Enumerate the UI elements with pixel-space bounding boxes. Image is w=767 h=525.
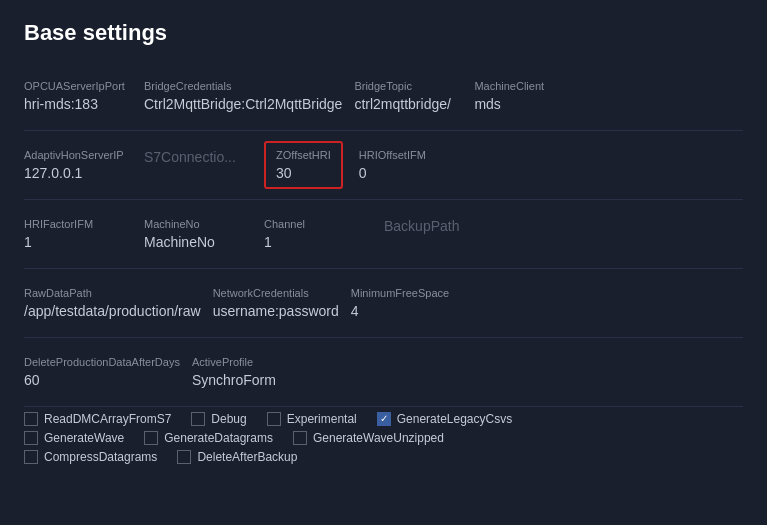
divider-1 <box>24 199 743 200</box>
checkbox-delete-after-backup[interactable] <box>177 450 191 464</box>
field-bridge-credentials: BridgeCredentials Ctrl2MqttBridge:Ctrl2Mq… <box>144 72 354 120</box>
value-z-offset-hri: 30 <box>276 165 331 181</box>
checkbox-item-debug[interactable]: Debug <box>191 412 246 426</box>
value-network-credentials: username:password <box>213 303 339 319</box>
field-s7-connection: S7Connectio... <box>144 141 264 173</box>
field-opcua-server-ip-port: OPCUAServerIpPort hri-mds:183 <box>24 72 144 120</box>
checkbox-label-generate-wave-unzipped: GenerateWaveUnzipped <box>313 431 444 445</box>
checkbox-label-debug: Debug <box>211 412 246 426</box>
checkbox-generate-wave[interactable] <box>24 431 38 445</box>
field-machine-no: MachineNo MachineNo <box>144 210 264 258</box>
label-z-offset-hri: ZOffsetHRI <box>276 149 331 161</box>
checkbox-label-read-dmc-array-from-s7: ReadDMCArrayFromS7 <box>44 412 171 426</box>
field-adaptiv-hon-server-ip: AdaptivHonServerIP 127.0.0.1 <box>24 141 144 189</box>
label-hri-factor-ifm: HRIFactorIFM <box>24 218 132 230</box>
checkbox-compress-datagrams[interactable] <box>24 450 38 464</box>
label-machine-client: MachineClient <box>474 80 582 92</box>
field-minimum-free-space: MinimumFreeSpace 4 <box>351 279 471 327</box>
field-active-profile: ActiveProfile SynchroForm <box>192 348 312 396</box>
checkbox-generate-legacy-csvs[interactable] <box>377 412 391 426</box>
divider-3 <box>24 337 743 338</box>
value-raw-data-path: /app/testdata/production/raw <box>24 303 201 319</box>
value-machine-no: MachineNo <box>144 234 252 250</box>
checkbox-label-delete-after-backup: DeleteAfterBackup <box>197 450 297 464</box>
field-bridge-topic: BridgeTopic ctrl2mqttbridge/ <box>354 72 474 120</box>
field-hri-offset-ifm: HRIOffsetIFM 0 <box>359 141 479 189</box>
divider-4 <box>24 406 743 407</box>
label-machine-no: MachineNo <box>144 218 252 230</box>
value-s7-connection: S7Connectio... <box>144 149 252 165</box>
checkbox-row-0: ReadDMCArrayFromS7 Debug Experimental Gener… <box>24 412 743 426</box>
checkbox-item-read-dmc-array-from-s7[interactable]: ReadDMCArrayFromS7 <box>24 412 171 426</box>
checkbox-item-compress-datagrams[interactable]: CompressDatagrams <box>24 450 157 464</box>
field-network-credentials: NetworkCredentials username:password <box>213 279 351 327</box>
value-channel: 1 <box>264 234 372 250</box>
settings-row-4: DeleteProductionDataAfterDays 60 ActivePro… <box>24 342 743 402</box>
field-highlighted-z-offset-hri[interactable]: ZOffsetHRI 30 <box>264 141 343 189</box>
value-backup-path: BackupPath <box>384 218 492 234</box>
checkbox-read-dmc-array-from-s7[interactable] <box>24 412 38 426</box>
field-backup-path: BackupPath <box>384 210 504 242</box>
label-adaptiv-hon-server-ip: AdaptivHonServerIP <box>24 149 132 161</box>
checkbox-row-1: GenerateWave GenerateDatagrams GenerateWav… <box>24 431 743 445</box>
settings-row-0: OPCUAServerIpPort hri-mds:183 BridgeCreden… <box>24 66 743 126</box>
checkbox-label-generate-datagrams: GenerateDatagrams <box>164 431 273 445</box>
settings-row-1: AdaptivHonServerIP 127.0.0.1 S7Connectio..… <box>24 135 743 195</box>
settings-row-3: RawDataPath/app/testdata/production/rawN… <box>24 273 743 333</box>
label-channel: Channel <box>264 218 372 230</box>
checkbox-generate-datagrams[interactable] <box>144 431 158 445</box>
value-hri-offset-ifm: 0 <box>359 165 467 181</box>
checkbox-item-generate-datagrams[interactable]: GenerateDatagrams <box>144 431 273 445</box>
label-bridge-topic: BridgeTopic <box>354 80 462 92</box>
label-minimum-free-space: MinimumFreeSpace <box>351 287 459 299</box>
value-bridge-credentials: Ctrl2MqttBridge:Ctrl2MqttBridge <box>144 96 342 112</box>
value-bridge-topic: ctrl2mqttbridge/ <box>354 96 462 112</box>
checkbox-label-generate-legacy-csvs: GenerateLegacyCsvs <box>397 412 512 426</box>
label-opcua-server-ip-port: OPCUAServerIpPort <box>24 80 132 92</box>
value-minimum-free-space: 4 <box>351 303 459 319</box>
label-raw-data-path: RawDataPath <box>24 287 201 299</box>
value-delete-production-data-after-days: 60 <box>24 372 180 388</box>
checkbox-debug[interactable] <box>191 412 205 426</box>
label-hri-offset-ifm: HRIOffsetIFM <box>359 149 467 161</box>
checkbox-label-compress-datagrams: CompressDatagrams <box>44 450 157 464</box>
page-title: Base settings <box>24 20 743 46</box>
value-hri-factor-ifm: 1 <box>24 234 132 250</box>
value-adaptiv-hon-server-ip: 127.0.0.1 <box>24 165 132 181</box>
label-bridge-credentials: BridgeCredentials <box>144 80 342 92</box>
label-active-profile: ActiveProfile <box>192 356 300 368</box>
value-active-profile: SynchroForm <box>192 372 300 388</box>
field-channel: Channel 1 <box>264 210 384 258</box>
field-machine-client: MachineClient mds <box>474 72 594 120</box>
settings-row-2: HRIFactorIFM1MachineNoMachineNoChannel1B… <box>24 204 743 264</box>
label-network-credentials: NetworkCredentials <box>213 287 339 299</box>
checkbox-generate-wave-unzipped[interactable] <box>293 431 307 445</box>
checkbox-item-delete-after-backup[interactable]: DeleteAfterBackup <box>177 450 297 464</box>
label-delete-production-data-after-days: DeleteProductionDataAfterDays <box>24 356 180 368</box>
divider-0 <box>24 130 743 131</box>
divider-2 <box>24 268 743 269</box>
checkbox-item-generate-wave[interactable]: GenerateWave <box>24 431 124 445</box>
checkbox-item-experimental[interactable]: Experimental <box>267 412 357 426</box>
checkbox-label-experimental: Experimental <box>287 412 357 426</box>
checkbox-experimental[interactable] <box>267 412 281 426</box>
field-delete-production-data-after-days: DeleteProductionDataAfterDays 60 <box>24 348 192 396</box>
checkbox-row-2: CompressDatagrams DeleteAfterBackup <box>24 450 743 464</box>
value-opcua-server-ip-port: hri-mds:183 <box>24 96 132 112</box>
checkbox-item-generate-legacy-csvs[interactable]: GenerateLegacyCsvs <box>377 412 512 426</box>
field-raw-data-path: RawDataPath/app/testdata/production/raw <box>24 279 213 327</box>
checkbox-item-generate-wave-unzipped[interactable]: GenerateWaveUnzipped <box>293 431 444 445</box>
value-machine-client: mds <box>474 96 582 112</box>
field-hri-factor-ifm: HRIFactorIFM 1 <box>24 210 144 258</box>
checkbox-label-generate-wave: GenerateWave <box>44 431 124 445</box>
